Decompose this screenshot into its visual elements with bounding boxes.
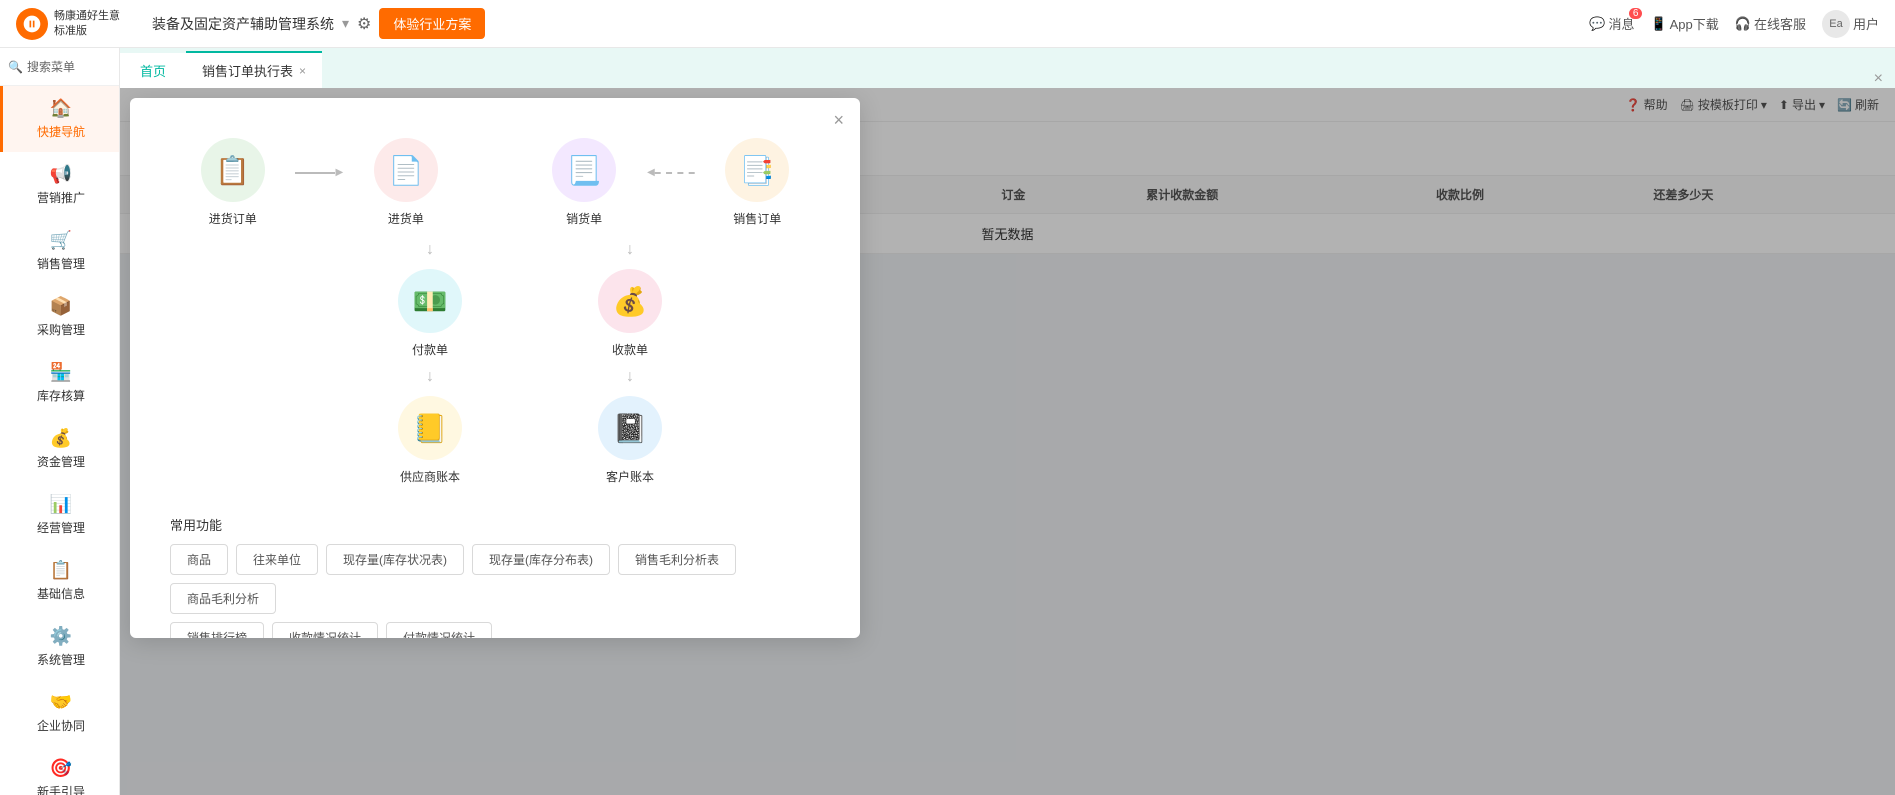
sidebar-item-quick-nav[interactable]: 🏠 快捷导航 [0,86,119,152]
arrow-2: ▶ [647,167,695,198]
modal-overlay: × 📋 进货订单 [120,88,1895,795]
tab-bar: 首页 销售订单执行表 × × [120,48,1895,88]
func-btn-receipt-stats[interactable]: 收款情况统计 [272,622,378,638]
down-arrow-pb: ↓ [360,241,500,259]
sidebar-item-system[interactable]: ⚙️ 系统管理 [0,614,119,680]
purchase-icon: 📦 [50,296,72,317]
func-btn-payment-stats[interactable]: 付款情况统计 [386,622,492,638]
flow-diagram: 📋 进货订单 ▶ [170,128,820,495]
sidebar-item-basic[interactable]: 📋 基础信息 [0,548,119,614]
marketing-icon: 📢 [50,164,72,185]
tab-home[interactable]: 首页 [120,53,186,88]
sidebar-item-operation[interactable]: 📊 经营管理 [0,482,119,548]
enterprise-icon: 🤝 [50,692,72,713]
flow-item-sales-bill[interactable]: 📃 销货单 [521,128,646,237]
sales-bill-icon: 📃 [567,154,602,187]
message-icon: 💬 [1589,16,1605,32]
purchase-order-icon: 📋 [215,154,250,187]
service-icon: 🎧 [1735,16,1751,32]
top-header: 畅康通好生意 标准版 装备及固定资产辅助管理系统 ▾ ⚙ 体验行业方案 💬 消息… [0,0,1895,48]
operation-icon: 📊 [50,494,72,515]
app-download-button[interactable]: 📱 App下载 [1650,14,1718,33]
sales-icon: 🛒 [50,230,72,251]
sidebar-item-purchase[interactable]: 📦 采购管理 [0,284,119,350]
flow-item-sales-order[interactable]: 📑 销售订单 [695,128,820,237]
tab-close-button[interactable]: × [299,64,306,78]
modal-box: × 📋 进货订单 [130,98,860,638]
dropdown-arrow-icon[interactable]: ▾ [342,15,349,32]
supplier-ledger-icon: 📒 [413,412,448,445]
inventory-icon: 🏪 [50,362,72,383]
func-btn-product[interactable]: 商品 [170,544,228,575]
header-right: 💬 消息 6 📱 App下载 🎧 在线客服 Ea 用户 [1589,10,1879,38]
common-functions: 常用功能 商品 往来单位 现存量(库存状况表) 现存量(库存分布表) 销售毛利分… [170,515,820,638]
function-btns-row1: 商品 往来单位 现存量(库存状况表) 现存量(库存分布表) 销售毛利分析表 商品… [170,544,820,614]
function-btns-row2: 销售排行榜 收款情况统计 付款情况统计 [170,622,820,638]
sidebar-item-finance[interactable]: 💰 资金管理 [0,416,119,482]
close-all-button[interactable]: × [1874,70,1883,88]
tab-bar-right: × [1874,70,1895,88]
quick-nav-icon: 🏠 [50,98,72,119]
experience-button[interactable]: 体验行业方案 [379,8,485,39]
func-btn-partners[interactable]: 往来单位 [236,544,318,575]
basic-icon: 📋 [50,560,72,581]
func-btn-sales-margin[interactable]: 销售毛利分析表 [618,544,736,575]
logo-text: 畅康通好生意 标准版 [54,9,120,38]
logo-icon [16,8,48,40]
tab-sales-order[interactable]: 销售订单执行表 × [186,51,322,88]
sales-order-icon: 📑 [740,154,775,187]
user-menu[interactable]: Ea 用户 [1822,10,1879,38]
sidebar: 🔍 搜索菜单 🏠 快捷导航 📢 营销推广 🛒 销售管理 📦 采购管理 🏪 库存核… [0,48,120,795]
receipt-bill-icon: 💰 [613,285,648,318]
flow-item-supplier-ledger[interactable]: 📒 供应商账本 [360,386,500,495]
down-arrow-rec: ↓ [560,368,700,386]
finance-icon: 💰 [50,428,72,449]
common-functions-title: 常用功能 [170,515,820,534]
payment-bill-icon: 💵 [413,285,448,318]
flow-item-purchase-order[interactable]: 📋 进货订单 [170,128,295,237]
sidebar-item-enterprise[interactable]: 🤝 企业协同 [0,680,119,746]
flow-item-purchase-bill[interactable]: 📄 进货单 [343,128,468,237]
search-menu-button[interactable]: 🔍 搜索菜单 [0,48,119,86]
func-btn-stock-status[interactable]: 现存量(库存状况表) [326,544,464,575]
system-icon: ⚙️ [50,626,72,647]
logo-area: 畅康通好生意 标准版 [16,8,136,40]
message-button[interactable]: 💬 消息 6 [1589,14,1634,33]
flow-item-customer-ledger[interactable]: 📓 客户账本 [560,386,700,495]
system-title: 装备及固定资产辅助管理系统 ▾ ⚙ 体验行业方案 [136,8,1589,39]
func-btn-stock-dist[interactable]: 现存量(库存分布表) [472,544,610,575]
sidebar-item-sales[interactable]: 🛒 销售管理 [0,218,119,284]
flow-item-receipt-bill[interactable]: 💰 收款单 [560,259,700,368]
download-icon: 📱 [1650,16,1666,32]
sidebar-item-inventory[interactable]: 🏪 库存核算 [0,350,119,416]
newbie-icon: 🎯 [50,758,72,779]
message-badge: 6 [1629,8,1643,19]
online-service-button[interactable]: 🎧 在线客服 [1735,14,1806,33]
sidebar-item-newbie[interactable]: 🎯 新手引导 [0,746,119,795]
down-arrow-pay: ↓ [360,368,500,386]
settings-gear-button[interactable]: ⚙ [357,14,371,34]
flow-item-payment-bill[interactable]: 💵 付款单 [360,259,500,368]
content-area: 首页 销售订单执行表 × × ❓ 帮助 🖨 按模板打印 ▾ [120,48,1895,795]
func-btn-sales-rank[interactable]: 销售排行榜 [170,622,264,638]
inner-content: ❓ 帮助 🖨 按模板打印 ▾ ⬆ 导出 ▾ 🔄 刷新 [120,88,1895,795]
down-arrow-sb: ↓ [560,241,700,259]
purchase-bill-icon: 📄 [388,154,423,187]
main-layout: 🔍 搜索菜单 🏠 快捷导航 📢 营销推广 🛒 销售管理 📦 采购管理 🏪 库存核… [0,48,1895,795]
func-btn-product-margin[interactable]: 商品毛利分析 [170,583,276,614]
sidebar-item-marketing[interactable]: 📢 营销推广 [0,152,119,218]
modal-close-button[interactable]: × [833,110,844,131]
search-icon: 🔍 [8,60,23,74]
arrow-1: ▶ [295,167,343,198]
avatar: Ea [1822,10,1850,38]
customer-ledger-icon: 📓 [613,412,648,445]
